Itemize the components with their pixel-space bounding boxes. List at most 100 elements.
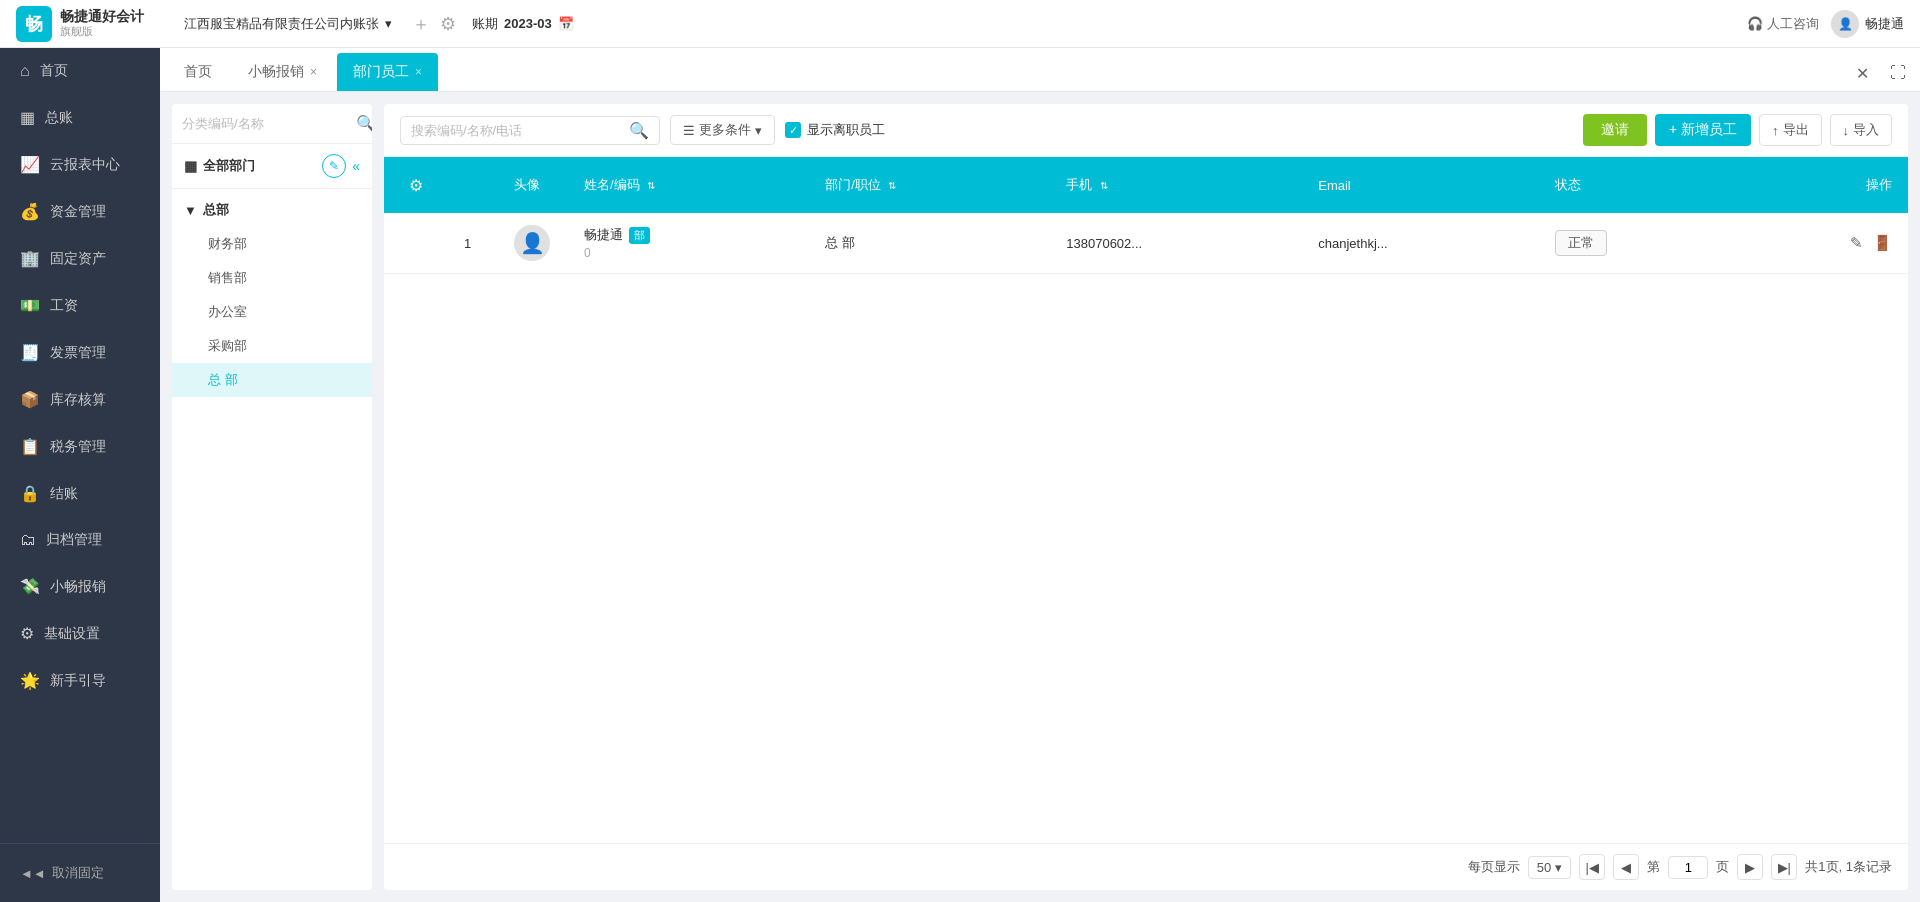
dept-header: ▦ 全部部门 ✎ «	[172, 144, 372, 189]
dept-label-general-dept: 总 部	[208, 371, 238, 389]
page-size-arrow: ▾	[1555, 860, 1562, 875]
row-phone: 138070602...	[1050, 213, 1302, 274]
tab-expand-btn[interactable]: ⛶	[1884, 59, 1912, 87]
sidebar-bottom: ◄◄ 取消固定	[0, 843, 160, 902]
sidebar-item-inventory[interactable]: 📦 库存核算	[0, 376, 160, 423]
sidebar-item-ledger[interactable]: ▦ 总账	[0, 94, 160, 141]
tab-xiaochang-close[interactable]: ×	[310, 65, 317, 79]
page-label: 页	[1716, 858, 1729, 876]
right-toolbar: 🔍 ☰ 更多条件 ▾ ✓ 显示离职员工 邀请 + 新增员工	[384, 104, 1908, 157]
service-label: 人工咨询	[1767, 15, 1819, 33]
di-label: 第	[1647, 858, 1660, 876]
sidebar-item-label-home: 首页	[40, 62, 68, 80]
all-dept-btn[interactable]: ▦ 全部部门	[184, 157, 255, 175]
logo-sub: 旗舰版	[60, 24, 144, 39]
filter-btn[interactable]: ☰ 更多条件 ▾	[670, 115, 775, 145]
period-selector[interactable]: 账期 2023-03 📅	[472, 15, 574, 33]
sidebar-item-close[interactable]: 🔒 结账	[0, 470, 160, 517]
add-dept-btn[interactable]: ✎	[322, 154, 346, 178]
col-name[interactable]: 姓名/编码 ⇅	[568, 157, 809, 213]
sidebar-item-label-archive: 归档管理	[46, 531, 102, 549]
tab-close-btn[interactable]: ✕	[1848, 59, 1876, 87]
sidebar-item-invoice[interactable]: 🧾 发票管理	[0, 329, 160, 376]
tab-xiaochang[interactable]: 小畅报销 ×	[232, 53, 333, 91]
sidebar-item-label-basic: 基础设置	[44, 625, 100, 643]
last-page-btn[interactable]: ▶|	[1771, 854, 1797, 880]
all-dept-label: 全部部门	[203, 157, 255, 175]
sidebar-item-archive[interactable]: 🗂 归档管理	[0, 517, 160, 563]
employee-table: ⚙ 头像 姓名/编码 ⇅	[384, 157, 1908, 274]
sidebar-item-basic[interactable]: ⚙ 基础设置	[0, 610, 160, 657]
export-btn[interactable]: ↑ 导出	[1759, 114, 1822, 146]
col-dept[interactable]: 部门/职位 ⇅	[809, 157, 1050, 213]
import-btn[interactable]: ↓ 导入	[1830, 114, 1893, 146]
search-icon[interactable]: 🔍	[629, 121, 649, 140]
sidebar-item-guide[interactable]: 🌟 新手引导	[0, 657, 160, 704]
tab-department[interactable]: 部门员工 ×	[337, 53, 438, 91]
table-settings-icon[interactable]: ⚙	[400, 169, 432, 201]
archive-icon: 🗂	[20, 531, 36, 549]
main-layout: ⌂ 首页 ▦ 总账 📈 云报表中心 💰 资金管理 🏢 固定资产 💵 工资 🧾 发…	[0, 48, 1920, 902]
dept-search-input[interactable]	[182, 116, 350, 131]
funds-icon: 💰	[20, 202, 40, 221]
content-area: 首页 小畅报销 × 部门员工 × ✕ ⛶ 🔍	[160, 48, 1920, 902]
dept-item-office[interactable]: 办公室	[172, 295, 372, 329]
sidebar-item-salary[interactable]: 💵 工资	[0, 282, 160, 329]
search-input[interactable]	[411, 123, 623, 138]
export-icon: ↑	[1772, 123, 1779, 138]
sidebar-item-label-funds: 资金管理	[50, 203, 106, 221]
sidebar-item-home[interactable]: ⌂ 首页	[0, 48, 160, 94]
dept-group-general[interactable]: ▼ 总部	[172, 193, 372, 227]
tab-xiaochang-label: 小畅报销	[248, 63, 304, 81]
dept-item-general-dept[interactable]: 总 部	[172, 363, 372, 397]
collapse-btn[interactable]: «	[352, 158, 360, 174]
page-input[interactable]	[1668, 856, 1708, 879]
import-icon: ↓	[1843, 123, 1850, 138]
tab-department-close[interactable]: ×	[415, 65, 422, 79]
dept-label-office: 办公室	[208, 303, 247, 321]
dept-label-general: 总部	[203, 201, 229, 219]
company-selector[interactable]: 江西服宝精品有限责任公司内账张 ▾	[176, 11, 400, 37]
col-num	[448, 157, 498, 213]
cancel-fixed-btn[interactable]: ◄◄ 取消固定	[0, 854, 160, 892]
dept-item-sales[interactable]: 销售部	[172, 261, 372, 295]
page-size-select[interactable]: 50 ▾	[1528, 856, 1571, 879]
tab-home[interactable]: 首页	[168, 53, 228, 91]
add-employee-btn[interactable]: + 新增员工	[1655, 114, 1751, 146]
prev-page-btn[interactable]: ◀	[1613, 854, 1639, 880]
dropdown-icon: ▾	[385, 16, 392, 31]
dept-tree: ▼ 总部 财务部 销售部 办公室 采购部	[172, 189, 372, 890]
dept-search-icon[interactable]: 🔍	[356, 114, 372, 133]
filter-label: 更多条件	[699, 121, 751, 139]
left-panel: 🔍 ▦ 全部部门 ✎ « ▼ 总部	[172, 104, 372, 890]
invite-btn[interactable]: 邀请	[1583, 114, 1647, 146]
sidebar-item-label-salary: 工资	[50, 297, 78, 315]
toolbar-right: 邀请 + 新增员工 ↑ 导出 ↓ 导入	[1583, 114, 1892, 146]
sidebar-item-assets[interactable]: 🏢 固定资产	[0, 235, 160, 282]
row-dept: 总 部	[809, 213, 1050, 274]
settings-btn[interactable]: ⚙	[440, 13, 456, 35]
first-page-btn[interactable]: |◀	[1579, 854, 1605, 880]
employee-name: 畅捷通	[584, 226, 623, 244]
show-resigned-checkbox[interactable]: ✓ 显示离职员工	[785, 121, 885, 139]
row-status: 正常	[1539, 213, 1735, 274]
avatar: 👤	[1831, 10, 1859, 38]
sidebar-item-xiaochang[interactable]: 💸 小畅报销	[0, 563, 160, 610]
user-info[interactable]: 👤 畅捷通	[1831, 10, 1904, 38]
dept-item-finance[interactable]: 财务部	[172, 227, 372, 261]
sidebar-item-label-xiaochang: 小畅报销	[50, 578, 106, 596]
sidebar-item-funds[interactable]: 💰 资金管理	[0, 188, 160, 235]
sidebar-item-reports[interactable]: 📈 云报表中心	[0, 141, 160, 188]
service-btn[interactable]: 🎧 人工咨询	[1747, 15, 1819, 33]
add-company-btn[interactable]: ＋	[412, 12, 430, 36]
dept-item-purchase[interactable]: 采购部	[172, 329, 372, 363]
next-page-btn[interactable]: ▶	[1737, 854, 1763, 880]
col-phone[interactable]: 手机 ⇅	[1050, 157, 1302, 213]
table-wrap: ⚙ 头像 姓名/编码 ⇅	[384, 157, 1908, 843]
col-status: 状态	[1539, 157, 1735, 213]
basic-icon: ⚙	[20, 624, 34, 643]
delete-btn[interactable]: 🚪	[1873, 234, 1892, 252]
dept-badge: 部	[629, 227, 650, 244]
sidebar-item-tax[interactable]: 📋 税务管理	[0, 423, 160, 470]
edit-btn[interactable]: ✎	[1850, 234, 1863, 252]
